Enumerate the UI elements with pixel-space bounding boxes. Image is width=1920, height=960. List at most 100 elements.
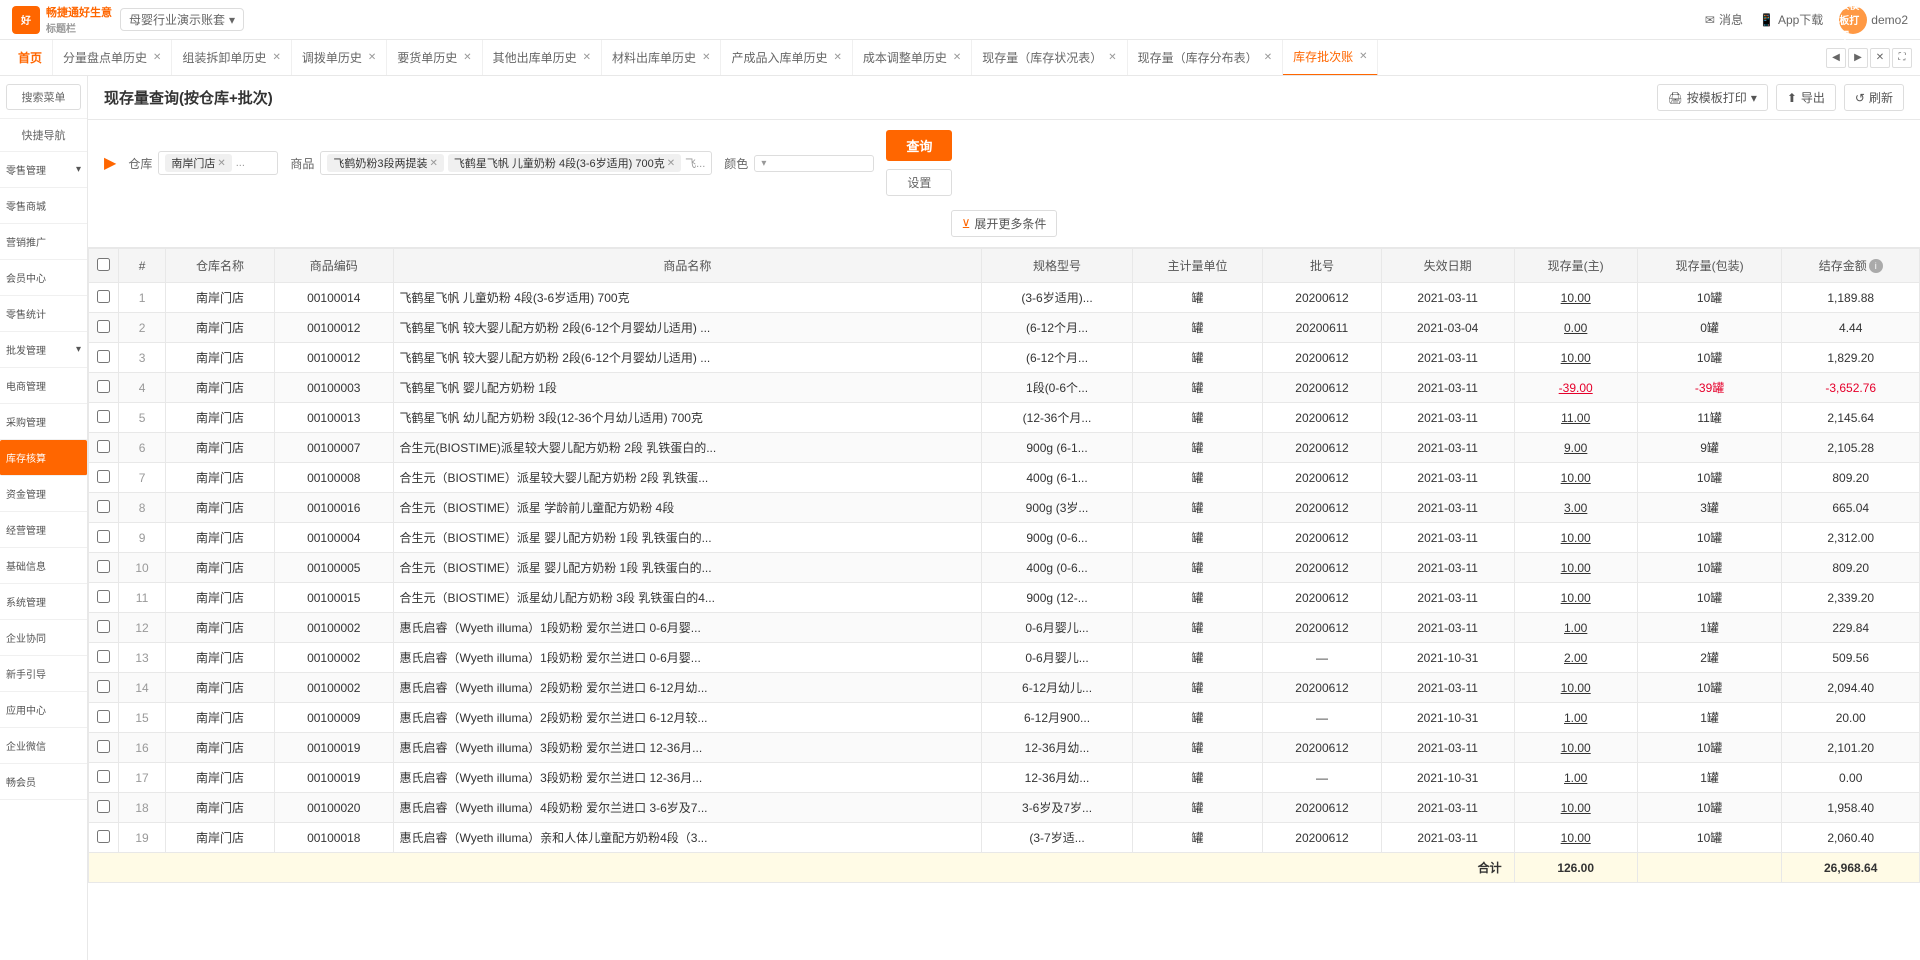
- cell-stock-main[interactable]: 1.00: [1514, 613, 1637, 643]
- row-checkbox[interactable]: [97, 560, 110, 573]
- cell-stock-main[interactable]: 10.00: [1514, 583, 1637, 613]
- shortcut-nav-link[interactable]: 快捷导航: [6, 123, 81, 147]
- tab-ku-cun-fen[interactable]: 现存量（库存分布表） ✕: [1128, 40, 1283, 76]
- tab-close[interactable]: ✕: [368, 52, 376, 63]
- tab-pi-ci[interactable]: 库存批次账 ✕: [1283, 40, 1378, 76]
- sidebar-item-operations[interactable]: 经营管理: [0, 512, 87, 548]
- cell-stock-main[interactable]: 10.00: [1514, 343, 1637, 373]
- export-button[interactable]: ⬆ 导出: [1776, 84, 1836, 111]
- sidebar-item-enterprise[interactable]: 企业协同: [0, 620, 87, 656]
- nav-next-arrow[interactable]: ▶: [1848, 48, 1868, 68]
- store-selector[interactable]: 母婴行业演示账套 ▾: [120, 8, 244, 31]
- cell-stock-main[interactable]: 1.00: [1514, 703, 1637, 733]
- row-checkbox[interactable]: [97, 380, 110, 393]
- row-checkbox[interactable]: [97, 800, 110, 813]
- row-checkbox[interactable]: [97, 770, 110, 783]
- row-checkbox[interactable]: [97, 680, 110, 693]
- tab-cheng-ben[interactable]: 成本调整单历史 ✕: [853, 40, 972, 76]
- row-checkbox[interactable]: [97, 290, 110, 303]
- tab-zu-chai[interactable]: 组装拆卸单历史 ✕: [172, 40, 291, 76]
- tab-close[interactable]: ✕: [1264, 52, 1272, 63]
- warehouse-tag-close[interactable]: ✕: [217, 158, 225, 169]
- sidebar-item-retail-stats[interactable]: 零售统计: [0, 296, 87, 332]
- row-checkbox[interactable]: [97, 710, 110, 723]
- sidebar-item-finance[interactable]: 资金管理: [0, 476, 87, 512]
- cell-stock-main[interactable]: 11.00: [1514, 403, 1637, 433]
- cell-stock-main[interactable]: 10.00: [1514, 733, 1637, 763]
- app-download-button[interactable]: 📱 App下载: [1759, 11, 1823, 28]
- cell-stock-main[interactable]: 10.00: [1514, 823, 1637, 853]
- tab-close[interactable]: ✕: [153, 52, 161, 63]
- row-checkbox[interactable]: [97, 350, 110, 363]
- row-checkbox[interactable]: [97, 830, 110, 843]
- product-more[interactable]: 飞...: [685, 155, 705, 171]
- query-button[interactable]: 查询: [886, 130, 952, 161]
- sidebar-item-new-guide[interactable]: 新手引导: [0, 656, 87, 692]
- product-tag-2-close[interactable]: ✕: [667, 158, 675, 169]
- row-checkbox[interactable]: [97, 470, 110, 483]
- sidebar-item-retail-mall[interactable]: 零售商城: [0, 188, 87, 224]
- tab-close[interactable]: ✕: [1359, 51, 1367, 62]
- sidebar-item-member-center[interactable]: 会员中心: [0, 260, 87, 296]
- sidebar-item-vip-member[interactable]: 畅会员: [0, 764, 87, 800]
- row-checkbox[interactable]: [97, 320, 110, 333]
- cell-stock-main[interactable]: 10.00: [1514, 673, 1637, 703]
- select-all-checkbox[interactable]: [97, 258, 110, 271]
- row-checkbox[interactable]: [97, 620, 110, 633]
- sidebar-item-enterprise-wechat[interactable]: 企业微信: [0, 728, 87, 764]
- cell-stock-main[interactable]: 0.00: [1514, 313, 1637, 343]
- warehouse-input[interactable]: 南岸门店 ✕ ...: [158, 151, 278, 175]
- expand-conditions-button[interactable]: ⊻ 展开更多条件: [951, 210, 1058, 237]
- tab-close[interactable]: ✕: [953, 52, 961, 63]
- product-input[interactable]: 飞鹤奶粉3段两提装 ✕ 飞鹤星飞帆 儿童奶粉 4段(3-6岁适用) 700克 ✕…: [320, 151, 712, 175]
- sidebar-item-basic-info[interactable]: 基础信息: [0, 548, 87, 584]
- row-checkbox[interactable]: [97, 590, 110, 603]
- tab-yao-huo[interactable]: 要货单历史 ✕: [387, 40, 482, 76]
- cell-stock-main[interactable]: 10.00: [1514, 283, 1637, 313]
- sidebar-item-marketing[interactable]: 营销推广: [0, 224, 87, 260]
- row-checkbox[interactable]: [97, 500, 110, 513]
- tab-home[interactable]: 首页: [8, 40, 53, 76]
- cell-stock-main[interactable]: 10.00: [1514, 463, 1637, 493]
- balance-info-icon[interactable]: i: [1869, 259, 1883, 273]
- cell-stock-main[interactable]: 10.00: [1514, 793, 1637, 823]
- nav-maximize[interactable]: ⛶: [1892, 48, 1912, 68]
- row-checkbox[interactable]: [97, 530, 110, 543]
- tab-cai-liao[interactable]: 材料出库单历史 ✕: [602, 40, 721, 76]
- tab-close[interactable]: ✕: [463, 52, 471, 63]
- tab-close[interactable]: ✕: [272, 52, 280, 63]
- product-tag-1-close[interactable]: ✕: [429, 158, 437, 169]
- row-checkbox[interactable]: [97, 440, 110, 453]
- sidebar-item-inventory[interactable]: 库存核算: [0, 440, 87, 476]
- tab-chan-pin[interactable]: 产成品入库单历史 ✕: [721, 40, 852, 76]
- nav-prev-arrow[interactable]: ◀: [1826, 48, 1846, 68]
- tab-close[interactable]: ✕: [1108, 52, 1116, 63]
- tab-diao-bo[interactable]: 调拨单历史 ✕: [292, 40, 387, 76]
- row-checkbox[interactable]: [97, 740, 110, 753]
- print-button[interactable]: 🖨 按模板打印 ▾: [1657, 84, 1768, 111]
- cell-stock-main[interactable]: 1.00: [1514, 763, 1637, 793]
- cell-stock-main[interactable]: 2.00: [1514, 643, 1637, 673]
- nav-close-all[interactable]: ✕: [1870, 48, 1890, 68]
- tab-close[interactable]: ✕: [702, 52, 710, 63]
- sidebar-item-wholesale-mgmt[interactable]: 批发管理▾: [0, 332, 87, 368]
- message-button[interactable]: ✉ 消息: [1705, 11, 1743, 28]
- row-checkbox[interactable]: [97, 410, 110, 423]
- warehouse-more[interactable]: ...: [236, 157, 245, 169]
- search-menu-button[interactable]: 搜索菜单: [6, 84, 81, 110]
- row-checkbox[interactable]: [97, 650, 110, 663]
- cell-stock-main[interactable]: 9.00: [1514, 433, 1637, 463]
- sidebar-item-retail-mgmt[interactable]: 零售管理▾: [0, 152, 87, 188]
- user-profile[interactable]: 按模板打印 demo2: [1839, 6, 1908, 34]
- sidebar-item-sys-mgmt[interactable]: 系统管理: [0, 584, 87, 620]
- tab-qi-ta-chu[interactable]: 其他出库单历史 ✕: [483, 40, 602, 76]
- color-input[interactable]: ▾: [754, 155, 874, 172]
- setting-button[interactable]: 设置: [886, 169, 952, 196]
- sidebar-item-purchase-mgmt[interactable]: 采购管理: [0, 404, 87, 440]
- refresh-button[interactable]: ↺ 刷新: [1844, 84, 1904, 111]
- cell-stock-main[interactable]: 10.00: [1514, 523, 1637, 553]
- tab-close[interactable]: ✕: [833, 52, 841, 63]
- sidebar-item-ecommerce[interactable]: 电商管理: [0, 368, 87, 404]
- tab-ku-cun-zhuang[interactable]: 现存量（库存状况表） ✕: [972, 40, 1127, 76]
- sidebar-item-app-center[interactable]: 应用中心: [0, 692, 87, 728]
